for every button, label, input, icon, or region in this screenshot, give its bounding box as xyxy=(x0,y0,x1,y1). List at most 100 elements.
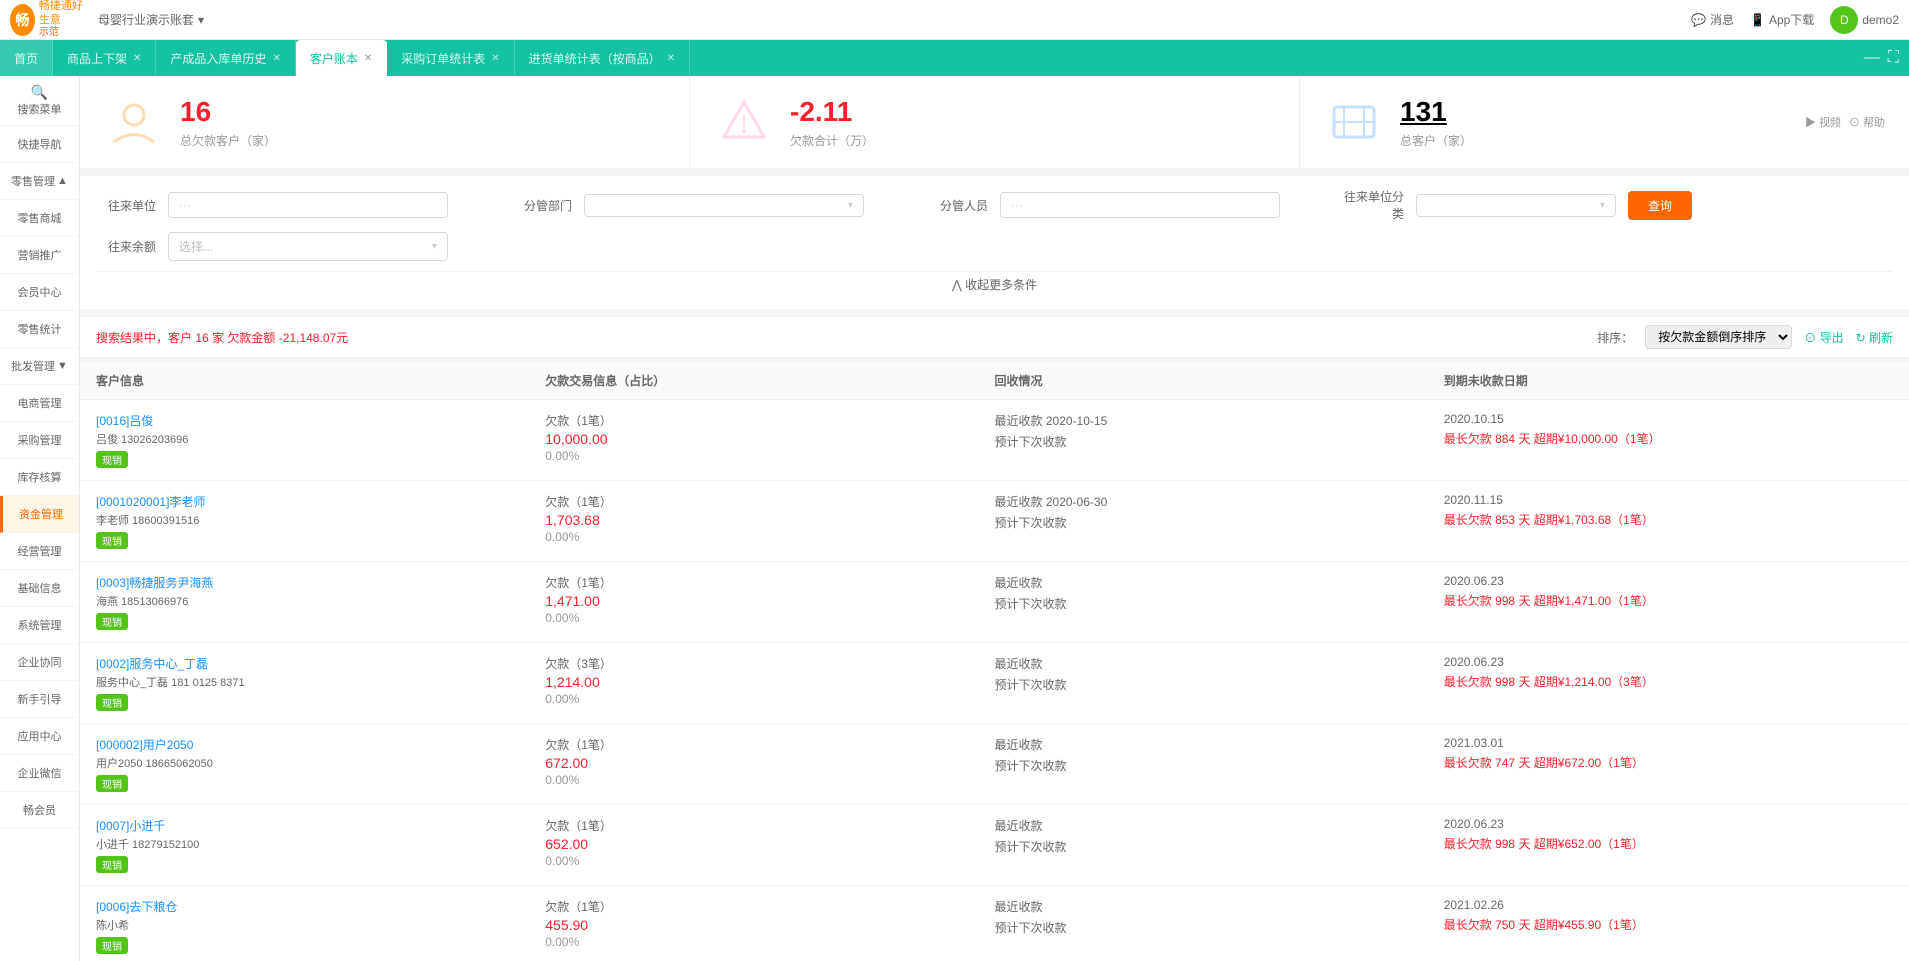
tab-close-1[interactable]: ✕ xyxy=(133,53,141,64)
stat-debt-amount-info: -2.11 欠款合计（万） xyxy=(790,96,874,149)
customer-badge-3: 现销 xyxy=(96,694,128,711)
sidebar-search[interactable]: 🔍 搜索菜单 xyxy=(0,76,79,126)
sidebar-item-purchase[interactable]: 采购管理 xyxy=(0,422,79,459)
vendor-label: 往来单位 xyxy=(96,197,156,214)
sidebar-item-wholesale-mgmt[interactable]: 批发管理 ▼ xyxy=(0,348,79,385)
tab-home[interactable]: 首页 xyxy=(0,40,53,76)
overdue-link-6[interactable]: 超期¥455.90（1笔） xyxy=(1534,918,1644,932)
overdue-link-0[interactable]: 超期¥10,000.00（1笔） xyxy=(1534,432,1661,446)
sidebar-item-member2[interactable]: 畅会员 xyxy=(0,792,79,829)
message-btn[interactable]: 💬 消息 xyxy=(1691,11,1734,28)
sidebar-item-collab[interactable]: 企业协同 xyxy=(0,644,79,681)
sidebar-item-appstore[interactable]: 应用中心 xyxy=(0,718,79,755)
sidebar-item-inventory[interactable]: 库存核算 xyxy=(0,459,79,496)
tab-customer-ledger[interactable]: 客户账本 ✕ xyxy=(296,40,387,76)
overdue-link-2[interactable]: 超期¥1,471.00（1笔） xyxy=(1534,594,1654,608)
app-download-btn[interactable]: 📱 App下载 xyxy=(1750,11,1814,28)
refresh-btn[interactable]: ↻ 刷新 xyxy=(1856,329,1893,346)
customer-name-1[interactable]: [0001020001]李老师 xyxy=(96,493,545,510)
top-right: 💬 消息 📱 App下载 D demo2 xyxy=(1691,6,1899,34)
minimize-icon[interactable]: — xyxy=(1864,49,1880,67)
sidebar-item-wechat[interactable]: 企业微信 xyxy=(0,755,79,792)
recovery-cell-3: 最近收款 预计下次收款 xyxy=(995,655,1444,693)
department-select[interactable]: ▾ xyxy=(584,194,864,217)
customer-name-4[interactable]: [000002]用户2050 xyxy=(96,736,545,753)
table-row: [0003]畅捷服务尹海燕 海燕 18513066976 现销 欠款（1笔） 1… xyxy=(80,562,1909,643)
customer-phone-2: 海燕 18513066976 xyxy=(96,593,545,609)
customer-name-0[interactable]: [0016]吕俊 xyxy=(96,412,545,429)
customer-name-5[interactable]: [0007]小进千 xyxy=(96,817,545,834)
balance-select[interactable]: 选择... ▾ xyxy=(168,232,448,261)
overdue-link-1[interactable]: 超期¥1,703.68（1笔） xyxy=(1534,513,1654,527)
sidebar-item-retail-stats[interactable]: 零售统计 xyxy=(0,311,79,348)
export-btn[interactable]: ⊙ 导出 xyxy=(1804,329,1843,346)
tab-close-2[interactable]: ✕ xyxy=(272,53,280,64)
sidebar-item-guide[interactable]: 新手引导 xyxy=(0,681,79,718)
tab-close-5[interactable]: ✕ xyxy=(667,53,675,64)
sidebar-item-ecommerce[interactable]: 电商管理 xyxy=(0,385,79,422)
recovery-cell-2: 最近收款 预计下次收款 xyxy=(995,574,1444,612)
customer-badge-6: 现销 xyxy=(96,937,128,954)
sidebar-item-operations[interactable]: 经营管理 xyxy=(0,533,79,570)
debt-customers-icon xyxy=(104,92,164,152)
maximize-icon[interactable]: ⛶ xyxy=(1888,49,1899,67)
tab-controls: — ⛶ xyxy=(1864,49,1909,67)
customer-phone-4: 用户2050 18665062050 xyxy=(96,755,545,771)
avatar: D xyxy=(1830,6,1858,34)
customer-cell-4: [000002]用户2050 用户2050 18665062050 现销 xyxy=(96,736,545,792)
customer-phone-6: 陈小希 xyxy=(96,917,545,933)
sidebar-item-retail-mall[interactable]: 零售商城 xyxy=(0,200,79,237)
main-layout: 🔍 搜索菜单 快捷导航 零售管理 ▲ 零售商城 营销推广 会员中心 零售统计 批… xyxy=(0,76,1909,961)
stat-debt-amount: -2.11 欠款合计（万） xyxy=(690,76,1300,168)
arrow-down-icon: ▼ xyxy=(57,360,68,372)
industry-select[interactable]: 母婴行业演示账套 ▾ xyxy=(98,11,204,28)
overdue-link-5[interactable]: 超期¥652.00（1笔） xyxy=(1534,837,1644,851)
tab-close-3[interactable]: ✕ xyxy=(364,53,372,64)
sidebar-item-basic-info[interactable]: 基础信息 xyxy=(0,570,79,607)
sort-select[interactable]: 按欠款金额倒序排序 xyxy=(1645,325,1792,349)
table-row: [0016]吕俊 吕俊 13026203696 现销 欠款（1笔） 10,000… xyxy=(80,400,1909,481)
due-cell-1: 2020.11.15 最长欠款 853 天 超期¥1,703.68（1笔） xyxy=(1444,493,1893,528)
debt-cell-4: 欠款（1笔） 672.00 0.00% xyxy=(545,736,994,787)
recovery-cell-4: 最近收款 预计下次收款 xyxy=(995,736,1444,774)
tab-product-shelves[interactable]: 商品上下架 ✕ xyxy=(53,40,156,76)
total-customers-icon xyxy=(1324,92,1384,152)
sidebar-item-system[interactable]: 系统管理 xyxy=(0,607,79,644)
result-bar: 搜索结果中，客户 16 家 欠款金额 -21,148.07元 排序： 按欠款金额… xyxy=(80,317,1909,358)
customer-phone-3: 服务中心_丁磊 181 0125 8371 xyxy=(96,674,545,690)
tab-bar: 首页 商品上下架 ✕ 产成品入库单历史 ✕ 客户账本 ✕ 采购订单统计表 ✕ 进… xyxy=(0,40,1909,76)
vendor-input[interactable]: ··· xyxy=(168,192,448,218)
sidebar-item-retail-mgmt[interactable]: 零售管理 ▲ xyxy=(0,163,79,200)
help-btn[interactable]: ⊙ 帮助 xyxy=(1849,114,1885,130)
collapse-button[interactable]: ⋀ 收起更多条件 xyxy=(96,271,1893,297)
table-row: [000002]用户2050 用户2050 18665062050 现销 欠款（… xyxy=(80,724,1909,805)
message-icon: 💬 xyxy=(1691,13,1706,27)
customer-badge-5: 现销 xyxy=(96,856,128,873)
stat-debt-customers-info: 16 总欠款客户（家） xyxy=(180,96,276,149)
customer-name-3[interactable]: [0002]服务中心_丁磊 xyxy=(96,655,545,672)
tab-purchase-summary[interactable]: 采购订单统计表 ✕ xyxy=(387,40,514,76)
sidebar-item-member[interactable]: 会员中心 xyxy=(0,274,79,311)
tab-purchase-product[interactable]: 进货单统计表（按商品） ✕ xyxy=(515,40,690,76)
tab-close-4[interactable]: ✕ xyxy=(491,53,499,64)
person-label: 分管人员 xyxy=(928,197,988,214)
user-profile[interactable]: D demo2 xyxy=(1830,6,1899,34)
vendor-type-arrow-icon: ▾ xyxy=(1600,200,1605,211)
customer-name-6[interactable]: [0006]去下粮仓 xyxy=(96,898,545,915)
overdue-link-3[interactable]: 超期¥1,214.00（3笔） xyxy=(1534,675,1654,689)
vendor-type-select[interactable]: ▾ xyxy=(1416,194,1616,217)
person-input[interactable]: ··· xyxy=(1000,192,1280,218)
customer-cell-5: [0007]小进千 小进千 18279152100 现销 xyxy=(96,817,545,873)
video-btn[interactable]: ▶ 视频 xyxy=(1805,114,1841,130)
sidebar-item-finance[interactable]: 资金管理 xyxy=(0,496,79,533)
sidebar-item-marketing[interactable]: 营销推广 xyxy=(0,237,79,274)
col-customer-info: 客户信息 xyxy=(96,372,545,389)
sidebar-item-quick-nav[interactable]: 快捷导航 xyxy=(0,126,79,163)
query-button[interactable]: 查询 xyxy=(1628,191,1692,220)
col-recovery: 回收情况 xyxy=(995,372,1444,389)
filter-row-1: 往来单位 ··· 分管部门 ▾ 分管人员 ··· 往来单位分类 xyxy=(96,188,1893,222)
overdue-link-4[interactable]: 超期¥672.00（1笔） xyxy=(1534,756,1644,770)
customer-name-2[interactable]: [0003]畅捷服务尹海燕 xyxy=(96,574,545,591)
balance-label: 往来余额 xyxy=(96,238,156,255)
tab-product-history[interactable]: 产成品入库单历史 ✕ xyxy=(156,40,295,76)
